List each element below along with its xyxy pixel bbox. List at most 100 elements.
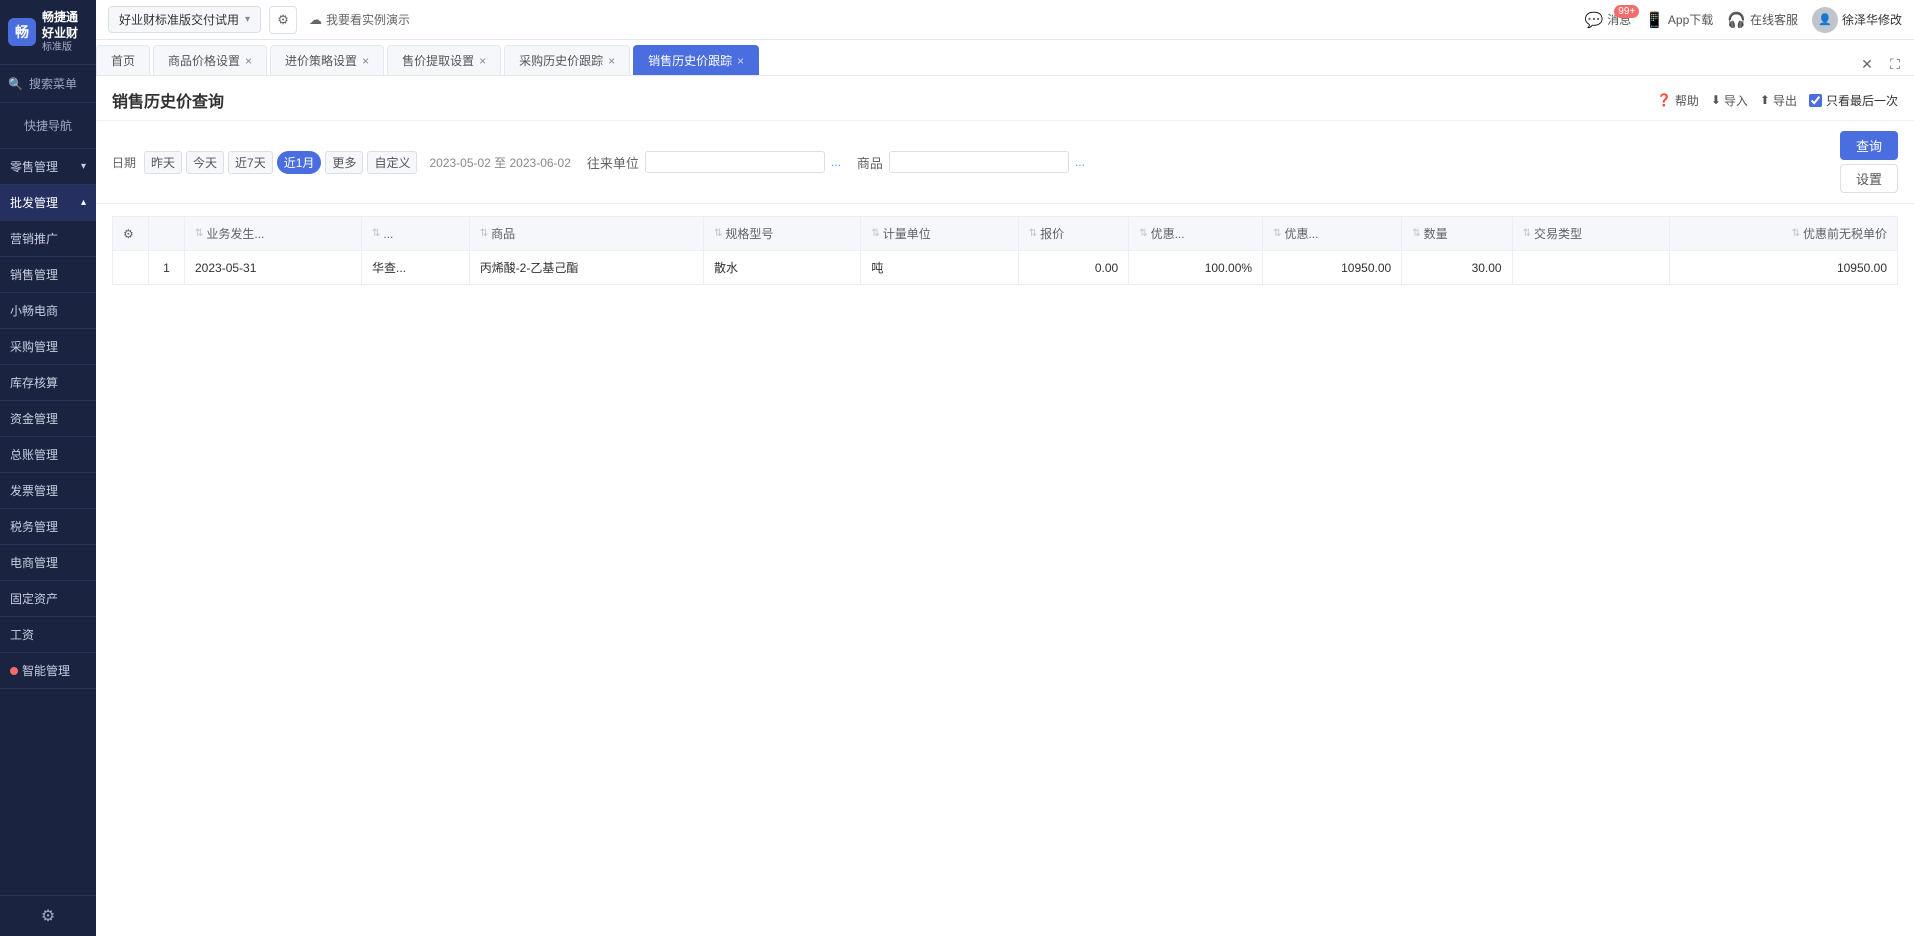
sidebar-item-finance[interactable]: 资金管理: [0, 401, 96, 436]
tab-home[interactable]: 首页: [96, 45, 150, 75]
help-label: 帮助: [1675, 92, 1699, 109]
sidebar-item-salary[interactable]: 工资: [0, 617, 96, 652]
retail-label: 零售管理: [10, 158, 58, 175]
query-button[interactable]: 查询: [1840, 131, 1898, 160]
tab-window-controls: ✕ ⛶: [1856, 53, 1914, 75]
col-spec[interactable]: ⇅ 规格型号: [703, 217, 860, 251]
tab-purchase-strategy-close[interactable]: ×: [362, 55, 369, 67]
col-dots[interactable]: ⇅ ...: [361, 217, 469, 251]
source-label: 往来单位: [587, 153, 639, 172]
import-icon: ⬇: [1711, 93, 1721, 107]
gear-icon: ⚙: [277, 12, 289, 28]
row-product: 丙烯酸-2-乙基己酯: [469, 251, 703, 285]
tab-purchase-history[interactable]: 采购历史价跟踪 ×: [504, 45, 630, 75]
export-link[interactable]: ⬆ 导出: [1760, 92, 1797, 109]
product-input[interactable]: [889, 151, 1069, 173]
col-discount1-label: 优惠...: [1151, 225, 1185, 242]
table-row[interactable]: 1 2023-05-31 华查... 丙烯酸-2-乙基己酯 散水 吨 0.00 …: [113, 251, 1898, 285]
window-close-btn[interactable]: ✕: [1856, 53, 1878, 75]
quick-nav[interactable]: 快捷导航: [0, 103, 96, 149]
source-more-btn[interactable]: ...: [831, 155, 841, 169]
sidebar-item-wholesale[interactable]: 批发管理 ▴: [0, 185, 96, 220]
tab-price-settings[interactable]: 商品价格设置 ×: [153, 45, 267, 75]
help-link[interactable]: ❓ 帮助: [1657, 92, 1699, 109]
sidebar-item-marketing[interactable]: 营销推广: [0, 221, 96, 256]
sidebar-item-invoice[interactable]: 发票管理: [0, 473, 96, 508]
product-more-btn[interactable]: ...: [1075, 155, 1085, 169]
import-link[interactable]: ⬇ 导入: [1711, 92, 1748, 109]
col-discount2[interactable]: ⇅ 优惠...: [1263, 217, 1402, 251]
sidebar-item-fixed[interactable]: 固定资产: [0, 581, 96, 616]
sidebar-section-sales: 销售管理: [0, 257, 96, 293]
user-info[interactable]: 👤 徐泽华修改: [1812, 7, 1902, 33]
tab-price-settings-close[interactable]: ×: [245, 55, 252, 67]
demo-link[interactable]: ☁ 我要看实例演示: [309, 11, 410, 28]
row-price: 0.00: [1018, 251, 1128, 285]
source-filter-group: 往来单位 ...: [587, 151, 841, 173]
col-qty[interactable]: ⇅ 数量: [1402, 217, 1512, 251]
col-price[interactable]: ⇅ 报价: [1018, 217, 1128, 251]
search-menu[interactable]: 🔍 搜索菜单: [0, 65, 96, 103]
sidebar-item-smart[interactable]: 智能管理: [0, 653, 96, 688]
col-gear[interactable]: ⚙: [113, 217, 149, 251]
version-selector[interactable]: 好业财标准版交付试用 ▾: [108, 6, 261, 33]
sidebar-item-ecom[interactable]: 电商管理: [0, 545, 96, 580]
version-dropdown-icon: ▾: [245, 14, 250, 25]
quick-nav-item[interactable]: 快捷导航: [0, 109, 96, 142]
date-btn-more[interactable]: 更多: [325, 151, 363, 174]
settings-button[interactable]: 设置: [1840, 164, 1898, 193]
tab-price-extract-close[interactable]: ×: [479, 55, 486, 67]
date-range: 2023-05-02 至 2023-06-02: [429, 154, 570, 171]
sidebar-section-smart: 智能管理: [0, 653, 96, 689]
app-download-label: App下载: [1668, 11, 1713, 28]
source-input[interactable]: [645, 151, 825, 173]
messages-btn[interactable]: 💬 消息 99+: [1585, 11, 1632, 29]
sidebar-section-marketing: 营销推广: [0, 221, 96, 257]
row-discount2: 10950.00: [1263, 251, 1402, 285]
sidebar-item-ledger[interactable]: 总账管理: [0, 437, 96, 472]
col-trade-type[interactable]: ⇅ 交易类型: [1512, 217, 1669, 251]
sidebar-item-purchase[interactable]: 采购管理: [0, 329, 96, 364]
tab-sales-history-label: 销售历史价跟踪: [648, 52, 732, 69]
wholesale-label: 批发管理: [10, 194, 58, 211]
tab-purchase-strategy[interactable]: 进价策略设置 ×: [270, 45, 384, 75]
date-btn-yesterday[interactable]: 昨天: [144, 151, 182, 174]
col-trade-type-sort-icon: ⇅: [1523, 228, 1531, 239]
row-spec: 散水: [703, 251, 860, 285]
version-label: 好业财标准版交付试用: [119, 11, 239, 28]
tab-sales-history[interactable]: 销售历史价跟踪 ×: [633, 45, 759, 75]
tab-purchase-history-close[interactable]: ×: [608, 55, 615, 67]
last-only-checkbox[interactable]: [1809, 94, 1822, 107]
content-area: 销售历史价查询 ❓ 帮助 ⬇ 导入 ⬆ 导出 只看最后一次: [96, 76, 1914, 936]
sidebar-section-ledger: 总账管理: [0, 437, 96, 473]
window-maximize-btn[interactable]: ⛶: [1884, 53, 1906, 75]
online-service-label: 在线客服: [1750, 11, 1798, 28]
sidebar-item-retail[interactable]: 零售管理 ▾: [0, 149, 96, 184]
col-pretax[interactable]: ⇅ 优惠前无税单价: [1670, 217, 1898, 251]
col-date[interactable]: ⇅ 业务发生...: [185, 217, 362, 251]
date-btn-custom[interactable]: 自定义: [367, 151, 417, 174]
sidebar-item-sales[interactable]: 销售管理: [0, 257, 96, 292]
messages-badge: 99+: [1614, 5, 1639, 18]
purchase-label: 采购管理: [10, 338, 58, 355]
col-unit[interactable]: ⇅ 计量单位: [861, 217, 1018, 251]
date-btn-last1m[interactable]: 近1月: [277, 151, 322, 174]
last-only-label[interactable]: 只看最后一次: [1809, 92, 1898, 109]
sidebar-settings[interactable]: ⚙: [0, 895, 96, 936]
maximize-icon: ⛶: [1890, 56, 1900, 73]
sidebar-item-ecom-small[interactable]: 小畅电商: [0, 293, 96, 328]
tab-sales-history-close[interactable]: ×: [737, 55, 744, 67]
version-settings-btn[interactable]: ⚙: [269, 6, 297, 34]
sidebar-item-tax[interactable]: 税务管理: [0, 509, 96, 544]
tab-price-extract[interactable]: 售价提取设置 ×: [387, 45, 501, 75]
date-btn-today[interactable]: 今天: [186, 151, 224, 174]
wholesale-arrow: ▴: [81, 197, 86, 208]
date-btn-last7[interactable]: 近7天: [228, 151, 273, 174]
sidebar-item-inventory[interactable]: 库存核算: [0, 365, 96, 400]
row-trade-type: [1512, 251, 1669, 285]
app-download-btn[interactable]: 📱 App下载: [1645, 11, 1713, 29]
col-product[interactable]: ⇅ 商品: [469, 217, 703, 251]
col-discount1[interactable]: ⇅ 优惠...: [1129, 217, 1263, 251]
online-service-btn[interactable]: 🎧 在线客服: [1727, 11, 1798, 29]
sidebar-section-inventory: 库存核算: [0, 365, 96, 401]
